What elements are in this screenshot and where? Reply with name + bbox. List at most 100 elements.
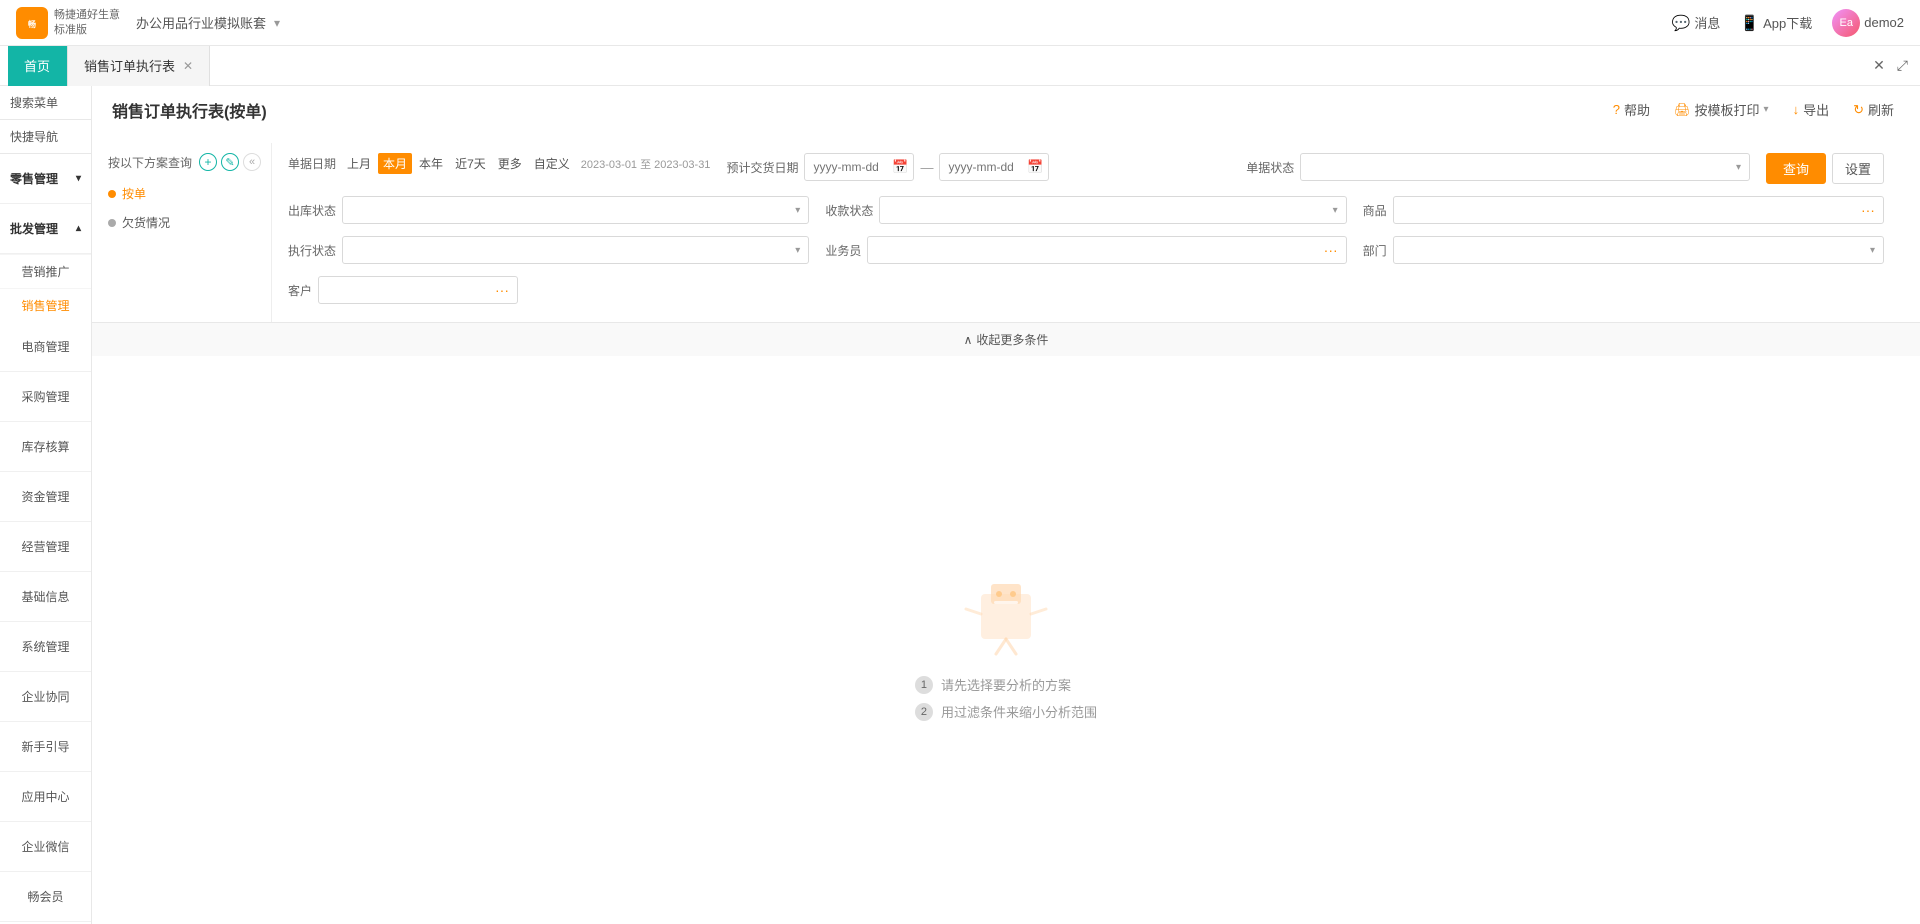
search-button[interactable]: 查询	[1766, 153, 1826, 184]
scheme-item-debt[interactable]: 欠货情况	[108, 208, 261, 237]
customer-group: 客户 ···	[288, 276, 518, 304]
empty-illustration	[956, 559, 1056, 659]
sidebar-item-finance[interactable]: 资金管理	[0, 472, 91, 522]
expected-delivery-start-input[interactable]	[804, 153, 914, 181]
execution-status-select[interactable]: ▾	[342, 236, 809, 264]
sidebar-item-app-center[interactable]: 应用中心	[0, 772, 91, 822]
tab-sales-order[interactable]: 销售订单执行表 ✕	[67, 46, 210, 86]
action-buttons: 查询 设置	[1766, 153, 1884, 184]
tab-bar: 首页 销售订单执行表 ✕ ✕ ⤢	[0, 46, 1920, 86]
scheme-actions: + ✎ «	[199, 153, 261, 171]
sidebar-item-enterprise-collab[interactable]: 企业协同	[0, 672, 91, 722]
tab-expand-icon[interactable]: ⤢	[1897, 57, 1908, 74]
date-tab-last-month[interactable]: 上月	[342, 153, 376, 174]
filter-row-1: 单据日期 上月 本月 本年 近7天 更多 自定义 2023-03-01 至 20…	[288, 153, 1884, 184]
sidebar-item-new-user[interactable]: 新手引导	[0, 722, 91, 772]
scheme-item-by-order[interactable]: 按单	[108, 179, 261, 208]
tip-num-2: 2	[915, 703, 933, 721]
date-tab-custom[interactable]: 自定义	[529, 153, 575, 174]
scheme-panel: 按以下方案查询 + ✎ « 按单 欠货情况	[92, 143, 272, 322]
expected-delivery-end-input[interactable]	[939, 153, 1049, 181]
sidebar-item-inventory[interactable]: 库存核算	[0, 422, 91, 472]
tab-close-icon[interactable]: ✕	[183, 59, 193, 73]
chevron-down-icon: ▾	[76, 173, 81, 184]
date-tab-this-year[interactable]: 本年	[414, 153, 448, 174]
page-actions: ? 帮助 🖨 按模板打印 ▾ ↓ 导出 ↻	[1607, 96, 1900, 123]
customer-dots-icon: ···	[495, 282, 509, 298]
sidebar-item-basic-info[interactable]: 基础信息	[0, 572, 91, 622]
department-select[interactable]: ▾	[1393, 236, 1884, 264]
filter-content: 按以下方案查询 + ✎ « 按单 欠货情况	[92, 133, 1920, 322]
breadcrumb-arrow[interactable]: ▾	[274, 16, 280, 30]
wholesale-sub-menu: 营销推广 销售管理	[0, 254, 91, 322]
payment-status-select[interactable]: ▾	[879, 196, 1346, 224]
tab-home[interactable]: 首页	[8, 46, 67, 86]
date-start-wrap: 📅	[804, 153, 914, 181]
sidebar-item-retail-mgmt[interactable]: 零售管理 ▾	[0, 154, 91, 204]
scheme-inactive-dot	[108, 219, 116, 227]
filter-fields: 单据日期 上月 本月 本年 近7天 更多 自定义 2023-03-01 至 20…	[272, 143, 1900, 322]
tip-num-1: 1	[915, 676, 933, 694]
add-scheme-button[interactable]: +	[199, 153, 217, 171]
shipment-status-group: 出库状态 ▾	[288, 196, 809, 224]
export-icon: ↓	[1793, 102, 1800, 117]
sidebar-search-menu[interactable]: 搜索菜单	[0, 86, 91, 120]
settings-button[interactable]: 设置	[1832, 153, 1884, 184]
product-group: 商品 ···	[1363, 196, 1884, 224]
shipment-status-chevron-icon: ▾	[795, 205, 800, 216]
empty-tips: 1 请先选择要分析的方案 2 用过滤条件来缩小分析范围	[915, 675, 1097, 721]
svg-text:畅: 畅	[28, 19, 36, 29]
app-download-button[interactable]: 📱 App下载	[1740, 13, 1812, 32]
collapse-filters-button[interactable]: ∧ 收起更多条件	[92, 322, 1920, 356]
page-title-row: 销售订单执行表(按单) ? 帮助 🖨 按模板打印 ▾ ↓	[112, 96, 1900, 123]
sidebar-item-operations[interactable]: 经营管理	[0, 522, 91, 572]
page-title-area: 销售订单执行表(按单) ? 帮助 🖨 按模板打印 ▾ ↓	[92, 86, 1920, 123]
customer-select[interactable]: ···	[318, 276, 518, 304]
refresh-icon: ↻	[1853, 102, 1864, 118]
sidebar-item-sales-mgmt[interactable]: 销售管理	[0, 288, 91, 322]
expected-delivery-group: 预计交货日期 📅 — 📅	[726, 153, 1230, 181]
order-status-chevron-icon: ▾	[1736, 162, 1741, 173]
sidebar-item-wholesale-mgmt[interactable]: 批发管理 ▴	[0, 204, 91, 254]
empty-tip-1: 1 请先选择要分析的方案	[915, 675, 1097, 694]
sidebar-item-enterprise-wechat[interactable]: 企业微信	[0, 822, 91, 872]
sidebar-item-ecommerce[interactable]: 电商管理	[0, 322, 91, 372]
sidebar: 搜索菜单 快捷导航 零售管理 ▾ 批发管理 ▴ 营销推广 销售管理 电商管理 采…	[0, 86, 92, 924]
payment-status-group: 收款状态 ▾	[825, 196, 1346, 224]
date-tab-more[interactable]: 更多	[493, 153, 527, 174]
product-select[interactable]: ···	[1393, 196, 1884, 224]
salesperson-group: 业务员 ···	[825, 236, 1346, 264]
sidebar-item-purchase[interactable]: 采购管理	[0, 372, 91, 422]
date-tabs: 上月 本月 本年 近7天 更多 自定义	[342, 153, 575, 174]
message-button[interactable]: 💬 消息	[1672, 13, 1721, 32]
sidebar-item-marketing[interactable]: 营销推广	[0, 254, 91, 288]
date-tab-last7days[interactable]: 近7天	[450, 153, 491, 174]
print-chevron-icon: ▾	[1764, 104, 1769, 115]
filter-row-2: 出库状态 ▾ 收款状态 ▾	[288, 196, 1884, 224]
refresh-button[interactable]: ↻ 刷新	[1847, 96, 1900, 123]
help-button[interactable]: ? 帮助	[1607, 96, 1656, 123]
top-header: 畅 畅捷通好生意 标准版 办公用品行业模拟账套 ▾ 💬 消息 📱 App下载 E…	[0, 0, 1920, 46]
salesperson-dots-icon: ···	[1324, 242, 1338, 258]
logo-text: 畅捷通好生意 标准版	[54, 8, 120, 37]
department-chevron-icon: ▾	[1870, 245, 1875, 256]
collapse-scheme-button[interactable]: «	[243, 153, 261, 171]
order-status-select[interactable]: ▾	[1300, 153, 1750, 181]
tab-close-window-icon[interactable]: ✕	[1873, 57, 1885, 74]
app-icon: 📱	[1740, 14, 1759, 32]
edit-scheme-button[interactable]: ✎	[221, 153, 239, 171]
date-range-text: 2023-03-01 至 2023-03-31	[581, 156, 711, 172]
sidebar-quick-nav[interactable]: 快捷导航	[0, 120, 91, 154]
date-tab-this-month[interactable]: 本月	[378, 153, 412, 174]
date-filter-group: 单据日期 上月 本月 本年 近7天 更多 自定义 2023-03-01 至 20…	[288, 153, 710, 174]
execution-status-group: 执行状态 ▾	[288, 236, 809, 264]
export-button[interactable]: ↓ 导出	[1787, 96, 1836, 123]
sidebar-item-vip-member[interactable]: 畅会员	[0, 872, 91, 922]
user-area[interactable]: Ea demo2	[1832, 9, 1904, 37]
shipment-status-select[interactable]: ▾	[342, 196, 809, 224]
sidebar-item-system[interactable]: 系统管理	[0, 622, 91, 672]
salesperson-select[interactable]: ···	[867, 236, 1346, 264]
user-avatar: Ea	[1832, 9, 1860, 37]
date-end-wrap: 📅	[939, 153, 1049, 181]
template-print-button[interactable]: 🖨 按模板打印 ▾	[1668, 96, 1775, 123]
